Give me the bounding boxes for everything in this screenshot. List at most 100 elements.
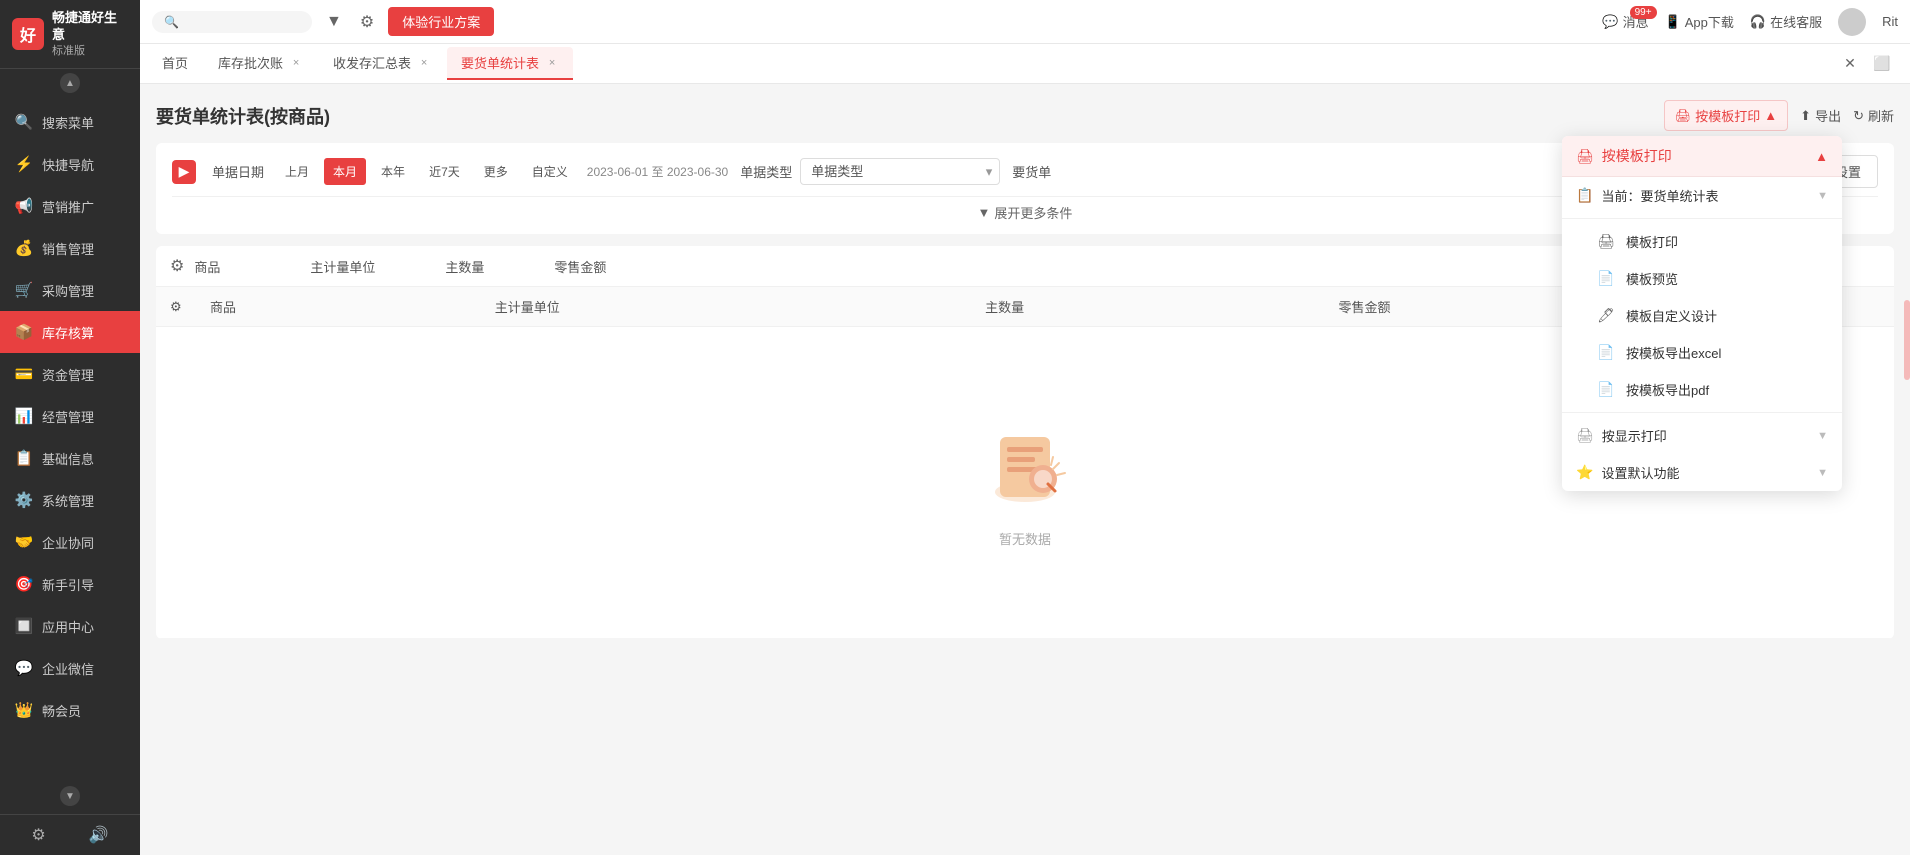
tabs-maximize-button[interactable]: ⬜ [1870,52,1894,76]
current-template-item[interactable]: 📋 当前：要货单统计表 ▼ [1562,177,1842,214]
template-preview-label: 模板预览 [1626,269,1678,288]
nav-label-member: 畅会员 [42,701,81,720]
sidebar-item-sales[interactable]: 💰 销售管理 [0,227,140,269]
dropdown-template-design[interactable]: 🖊 模板自定义设计 [1562,297,1842,334]
export-pdf-label: 按模板导出pdf [1626,380,1709,399]
page-actions: 🖨 按模板打印 ▲ ⬆ 导出 ↻ 刷新 [1664,100,1894,131]
excel-icon: 📄 [1598,345,1614,361]
date-filter-label: 单据日期 [212,162,264,181]
sidebar-item-wechat[interactable]: 💬 企业微信 [0,647,140,689]
message-icon: 💬 [1602,14,1618,30]
tabs-controls: ✕ ⬜ [1838,52,1902,76]
app-logo-text: 畅捷通好生意 标准版 [52,10,128,58]
nav-icon-operation: 📊 [14,406,34,426]
sidebar-item-guide[interactable]: 🎯 新手引导 [0,563,140,605]
tab-requisition-stats-close[interactable]: × [545,56,559,70]
nav-icon-appstore: 🔲 [14,616,34,636]
chevron-up-btn[interactable]: ▲ [1815,149,1828,164]
tab-home[interactable]: 首页 [148,47,202,80]
topbar-settings-icon[interactable]: ⚙ [356,8,378,36]
dropdown-export-pdf[interactable]: 📄 按模板导出pdf [1562,371,1842,408]
nav-label-inventory: 库存核算 [42,323,94,342]
avatar[interactable] [1838,8,1866,36]
sidebar-item-shortcut[interactable]: ⚡ 快捷导航 [0,143,140,185]
speaker-icon[interactable]: 🔊 [89,825,109,845]
dropdown-template-print[interactable]: 🖨 模板打印 [1562,223,1842,260]
date-prev-month[interactable]: 上月 [276,158,318,185]
tab-receipt-summary[interactable]: 收发存汇总表 × [319,47,445,80]
sidebar-nav: 🔍 搜索菜单 ⚡ 快捷导航 📢 营销推广 💰 销售管理 🛒 采购管理 📦 库存核… [0,101,140,782]
sidebar-item-operation[interactable]: 📊 经营管理 [0,395,140,437]
nav-icon-collab: 🤝 [14,532,34,552]
sidebar: 好 畅捷通好生意 标准版 ▲ 🔍 搜索菜单 ⚡ 快捷导航 📢 营销推广 💰 销售… [0,0,140,855]
tabs-close-button[interactable]: ✕ [1838,52,1862,76]
sidebar-item-system[interactable]: ⚙️ 系统管理 [0,479,140,521]
refresh-button[interactable]: ↻ 刷新 [1853,106,1894,125]
scrollbar-thumb[interactable] [1904,300,1910,380]
app-logo-icon: 好 [12,18,44,50]
printer-icon-lg: 🖨 [1576,148,1594,165]
scroll-down-button[interactable]: ▼ [60,786,80,806]
nav-label-finance: 资金管理 [42,365,94,384]
tab-stock-batch-close[interactable]: × [289,56,303,70]
date-current-year[interactable]: 本年 [372,158,414,185]
online-service-button[interactable]: 🎧 在线客服 [1750,12,1822,31]
doc-type-label: 单据类型 [740,162,792,181]
date-custom[interactable]: 自定义 [523,158,577,185]
tabs-bar: 首页 库存批次账 × 收发存汇总表 × 要货单统计表 × ✕ ⬜ [140,44,1910,84]
tab-stock-batch[interactable]: 库存批次账 × [204,47,317,80]
th-checkbox: ⚙ [156,287,196,327]
template-print-button[interactable]: 🖨 按模板打印 ▲ [1664,100,1788,131]
export-button[interactable]: ⬆ 导出 [1800,106,1841,125]
requisition-filter: 要货单 [1012,162,1051,181]
tab-requisition-stats[interactable]: 要货单统计表 × [447,47,573,80]
expand-icon: ▼ [978,205,991,220]
printer-icon: 🖨 [1675,108,1692,124]
doc-type-filter: 单据类型 单据类型 要货单 [740,158,1000,185]
brand-name: 畅捷通好生意 [52,10,128,44]
scroll-up-button[interactable]: ▲ [60,73,80,93]
sidebar-item-purchase[interactable]: 🛒 采购管理 [0,269,140,311]
app-download-button[interactable]: 📱 App下载 [1665,12,1734,31]
topbar-search-box[interactable]: 🔍 [152,11,312,33]
sidebar-item-appstore[interactable]: 🔲 应用中心 [0,605,140,647]
topbar-right: 💬 消息 99+ 📱 App下载 🎧 在线客服 Rit [1602,8,1898,36]
edition-name: 标准版 [52,44,128,58]
sidebar-item-marketing[interactable]: 📢 营销推广 [0,185,140,227]
sidebar-item-basic[interactable]: 📋 基础信息 [0,437,140,479]
date-more[interactable]: 更多 [475,158,517,185]
gear-icon[interactable]: ⚙ [170,299,182,314]
app-download-icon: 📱 [1665,14,1681,30]
sidebar-item-search[interactable]: 🔍 搜索菜单 [0,101,140,143]
export-icon: ⬆ [1800,108,1811,124]
message-button[interactable]: 💬 消息 99+ [1602,12,1648,31]
dropdown-export-excel[interactable]: 📄 按模板导出excel [1562,334,1842,371]
dropdown-header-controls: ▲ [1815,149,1828,164]
table-gear-icon[interactable]: ⚙ [170,256,184,276]
tab-receipt-summary-close[interactable]: × [417,56,431,70]
dropdown-template-preview[interactable]: 📄 模板预览 [1562,260,1842,297]
filter-expand-icon[interactable]: ▶ [172,160,196,184]
sidebar-item-finance[interactable]: 💳 资金管理 [0,353,140,395]
promo-button[interactable]: 体验行业方案 [388,7,494,36]
sidebar-item-inventory[interactable]: 📦 库存核算 [0,311,140,353]
topbar-search-input[interactable] [179,15,299,29]
nav-icon-inventory: 📦 [14,322,34,342]
doc-type-select[interactable]: 单据类型 要货单 [800,158,1000,185]
tab-requisition-stats-label: 要货单统计表 [461,53,539,72]
th-product: 商品 [196,287,481,327]
date-recent-7[interactable]: 近7天 [420,158,469,185]
topbar-gear-icon[interactable]: ▼ [322,9,346,35]
tab-home-label: 首页 [162,53,188,72]
sidebar-item-member[interactable]: 👑 畅会员 [0,689,140,731]
nav-icon-basic: 📋 [14,448,34,468]
sidebar-item-collab[interactable]: 🤝 企业协同 [0,521,140,563]
date-current-month[interactable]: 本月 [324,158,366,185]
set-default-label: 设置默认功能 [1601,463,1679,482]
set-default-item[interactable]: ⭐ 设置默认功能 ▼ [1562,454,1842,491]
display-print-item[interactable]: 🖨 按显示打印 ▼ [1562,417,1842,454]
settings-icon[interactable]: ⚙ [31,825,45,845]
table-qty-col: 主数量 [445,257,484,276]
dropdown-header[interactable]: 🖨 按模板打印 ▲ [1562,136,1842,177]
expand-label: 展开更多条件 [994,203,1072,222]
